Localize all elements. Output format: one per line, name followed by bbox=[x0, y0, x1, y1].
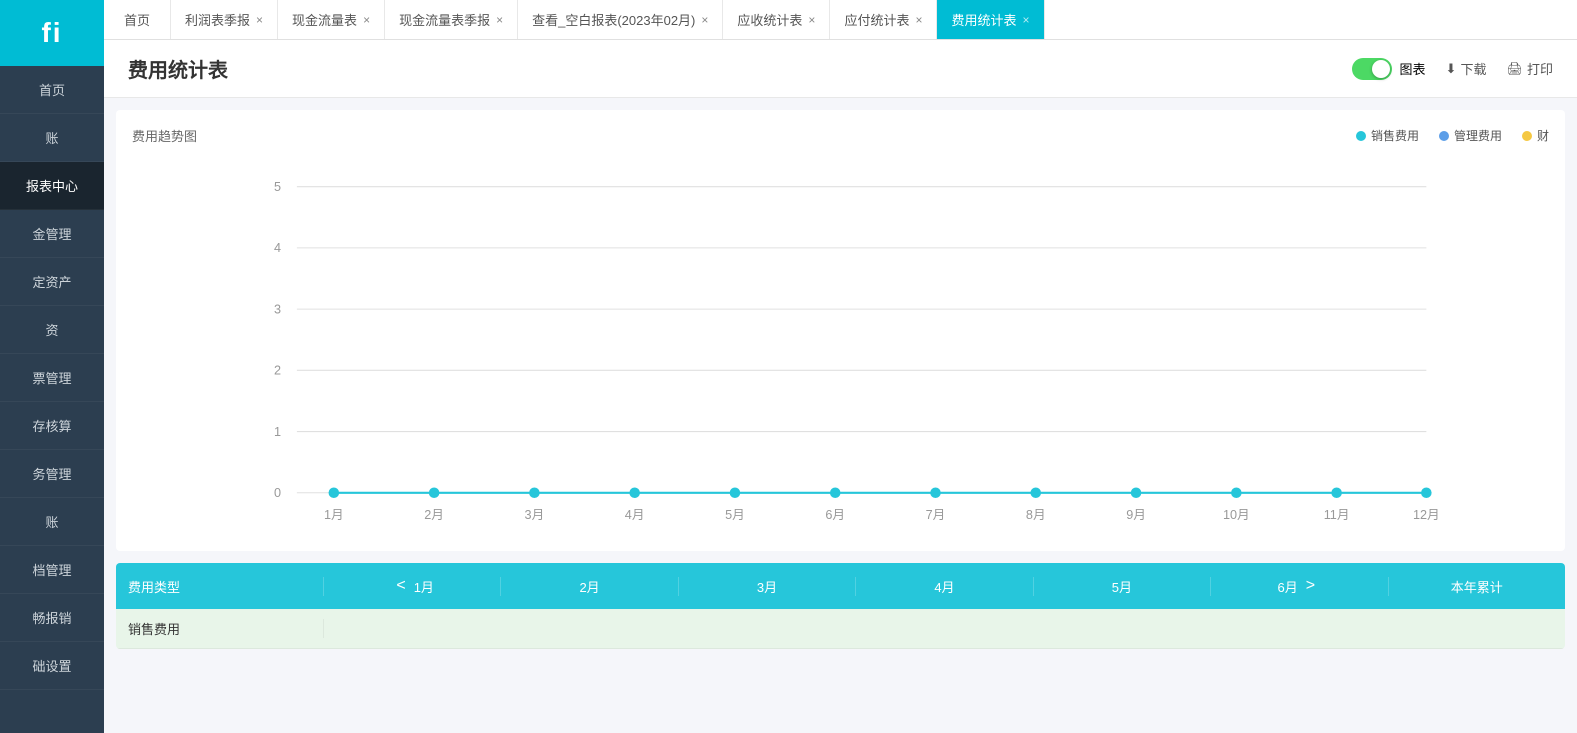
sidebar: fi 首页 账 报表中心 金管理 定资产 资 票管理 存核算 务管理 账 档管理… bbox=[0, 0, 104, 733]
legend-dot-management bbox=[1439, 131, 1449, 141]
tab-expense[interactable]: 费用统计表 × bbox=[937, 0, 1044, 40]
svg-text:9月: 9月 bbox=[1126, 508, 1146, 522]
sidebar-item-fund[interactable]: 金管理 bbox=[0, 210, 104, 258]
sidebar-item-home[interactable]: 首页 bbox=[0, 66, 104, 114]
sidebar-item-inventory[interactable]: 存核算 bbox=[0, 402, 104, 450]
data-table-section: 费用类型 < 1月 2月 3月 4月 5月 6月 > 本年累计 bbox=[116, 563, 1565, 649]
sidebar-item-assets[interactable]: 定资产 bbox=[0, 258, 104, 306]
sidebar-item-service[interactable]: 务管理 bbox=[0, 450, 104, 498]
svg-text:5: 5 bbox=[274, 180, 281, 194]
sidebar-item-expense[interactable]: 畅报销 bbox=[0, 594, 104, 642]
sidebar-item-reports[interactable]: 报表中心 bbox=[0, 162, 104, 210]
sidebar-item-ledger[interactable]: 账 bbox=[0, 498, 104, 546]
tab-cashflow-quarter[interactable]: 现金流量表季报 × bbox=[385, 0, 518, 40]
table-header: 费用类型 < 1月 2月 3月 4月 5月 6月 > 本年累计 bbox=[116, 563, 1565, 609]
legend-label-sales: 销售费用 bbox=[1371, 127, 1419, 144]
print-icon: 🖨 bbox=[1506, 61, 1523, 77]
tab-bar: 首页 利润表季报 × 现金流量表 × 现金流量表季报 × 查看_空白报表(202… bbox=[104, 0, 1577, 40]
svg-text:4: 4 bbox=[274, 241, 281, 255]
sidebar-item-settings[interactable]: 础设置 bbox=[0, 642, 104, 690]
download-button[interactable]: ⬇ 下载 bbox=[1446, 59, 1487, 78]
sidebar-item-archive[interactable]: 档管理 bbox=[0, 546, 104, 594]
svg-text:1月: 1月 bbox=[324, 508, 344, 522]
svg-text:0: 0 bbox=[274, 486, 281, 500]
tab-profit-quarter[interactable]: 利润表季报 × bbox=[171, 0, 278, 40]
table-body: 销售费用 bbox=[116, 609, 1565, 649]
legend-finance: 财 bbox=[1522, 127, 1549, 144]
svg-text:5月: 5月 bbox=[725, 508, 745, 522]
svg-text:4月: 4月 bbox=[625, 508, 645, 522]
sidebar-item-tickets[interactable]: 票管理 bbox=[0, 354, 104, 402]
page-content: 费用统计表 图表 ⬇ 下载 🖨 打印 费用趋势图 bbox=[104, 40, 1577, 733]
th-month5: 5月 bbox=[1034, 577, 1211, 596]
print-button[interactable]: 🖨 打印 bbox=[1506, 59, 1553, 78]
th-month1: < 1月 bbox=[324, 577, 501, 596]
sidebar-logo: fi bbox=[0, 0, 104, 66]
th-month6: 6月 > bbox=[1211, 577, 1388, 596]
legend-label-management: 管理费用 bbox=[1454, 127, 1502, 144]
close-tab-blank-report[interactable]: × bbox=[701, 13, 708, 27]
svg-text:3月: 3月 bbox=[525, 508, 545, 522]
close-tab-payable[interactable]: × bbox=[915, 13, 922, 27]
svg-text:1: 1 bbox=[274, 425, 281, 439]
legend-management: 管理费用 bbox=[1439, 127, 1502, 144]
chart-header: 费用趋势图 销售费用 管理费用 财 bbox=[132, 126, 1549, 145]
legend-dot-finance bbox=[1522, 131, 1532, 141]
download-label: 下载 bbox=[1460, 59, 1486, 78]
chart-legend: 销售费用 管理费用 财 bbox=[1356, 127, 1549, 144]
sidebar-item-capital[interactable]: 资 bbox=[0, 306, 104, 354]
tab-home[interactable]: 首页 bbox=[104, 0, 171, 40]
table-row: 销售费用 bbox=[116, 609, 1565, 649]
page-header: 费用统计表 图表 ⬇ 下载 🖨 打印 bbox=[104, 40, 1577, 98]
svg-text:7月: 7月 bbox=[926, 508, 946, 522]
print-label: 打印 bbox=[1527, 59, 1553, 78]
th-year-total: 本年累计 bbox=[1389, 577, 1565, 596]
tab-blank-report[interactable]: 查看_空白报表(2023年02月) × bbox=[518, 0, 723, 40]
th-expense-type: 费用类型 bbox=[116, 577, 324, 596]
chart-toggle-label: 图表 bbox=[1400, 59, 1426, 78]
tab-receivable[interactable]: 应收统计表 × bbox=[723, 0, 830, 40]
chart-title: 费用趋势图 bbox=[132, 126, 197, 145]
svg-text:2月: 2月 bbox=[424, 508, 444, 522]
svg-text:11月: 11月 bbox=[1324, 508, 1350, 522]
close-tab-cashflow[interactable]: × bbox=[363, 13, 370, 27]
main-area: 首页 利润表季报 × 现金流量表 × 现金流量表季报 × 查看_空白报表(202… bbox=[104, 0, 1577, 733]
svg-text:10月: 10月 bbox=[1223, 508, 1250, 522]
svg-text:3: 3 bbox=[274, 302, 281, 316]
svg-text:8月: 8月 bbox=[1026, 508, 1046, 522]
svg-text:2: 2 bbox=[274, 364, 281, 378]
legend-sales: 销售费用 bbox=[1356, 127, 1419, 144]
close-tab-receivable[interactable]: × bbox=[808, 13, 815, 27]
download-icon: ⬇ bbox=[1446, 61, 1457, 77]
th-month4: 4月 bbox=[856, 577, 1033, 596]
svg-text:12月: 12月 bbox=[1413, 508, 1440, 522]
next-month-button[interactable]: > bbox=[1300, 577, 1321, 595]
close-tab-cashflow-quarter[interactable]: × bbox=[496, 13, 503, 27]
legend-dot-sales bbox=[1356, 131, 1366, 141]
header-actions: 图表 ⬇ 下载 🖨 打印 bbox=[1352, 58, 1553, 80]
page-title: 费用统计表 bbox=[128, 54, 228, 83]
th-month2: 2月 bbox=[501, 577, 678, 596]
sidebar-item-account[interactable]: 账 bbox=[0, 114, 104, 162]
chart-section: 费用趋势图 销售费用 管理费用 财 bbox=[116, 110, 1565, 551]
chart-toggle-wrap[interactable]: 图表 bbox=[1352, 58, 1426, 80]
prev-month-button[interactable]: < bbox=[390, 577, 411, 595]
tab-cashflow[interactable]: 现金流量表 × bbox=[278, 0, 385, 40]
th-month3: 3月 bbox=[679, 577, 856, 596]
close-tab-expense[interactable]: × bbox=[1022, 13, 1029, 27]
close-tab-profit-quarter[interactable]: × bbox=[256, 13, 263, 27]
legend-label-finance: 财 bbox=[1537, 127, 1549, 144]
chart-toggle[interactable] bbox=[1352, 58, 1392, 80]
svg-text:6月: 6月 bbox=[825, 508, 845, 522]
tab-payable[interactable]: 应付统计表 × bbox=[830, 0, 937, 40]
td-expense-name: 销售费用 bbox=[116, 619, 324, 638]
chart-area: 5 4 3 2 1 0 bbox=[132, 155, 1549, 535]
